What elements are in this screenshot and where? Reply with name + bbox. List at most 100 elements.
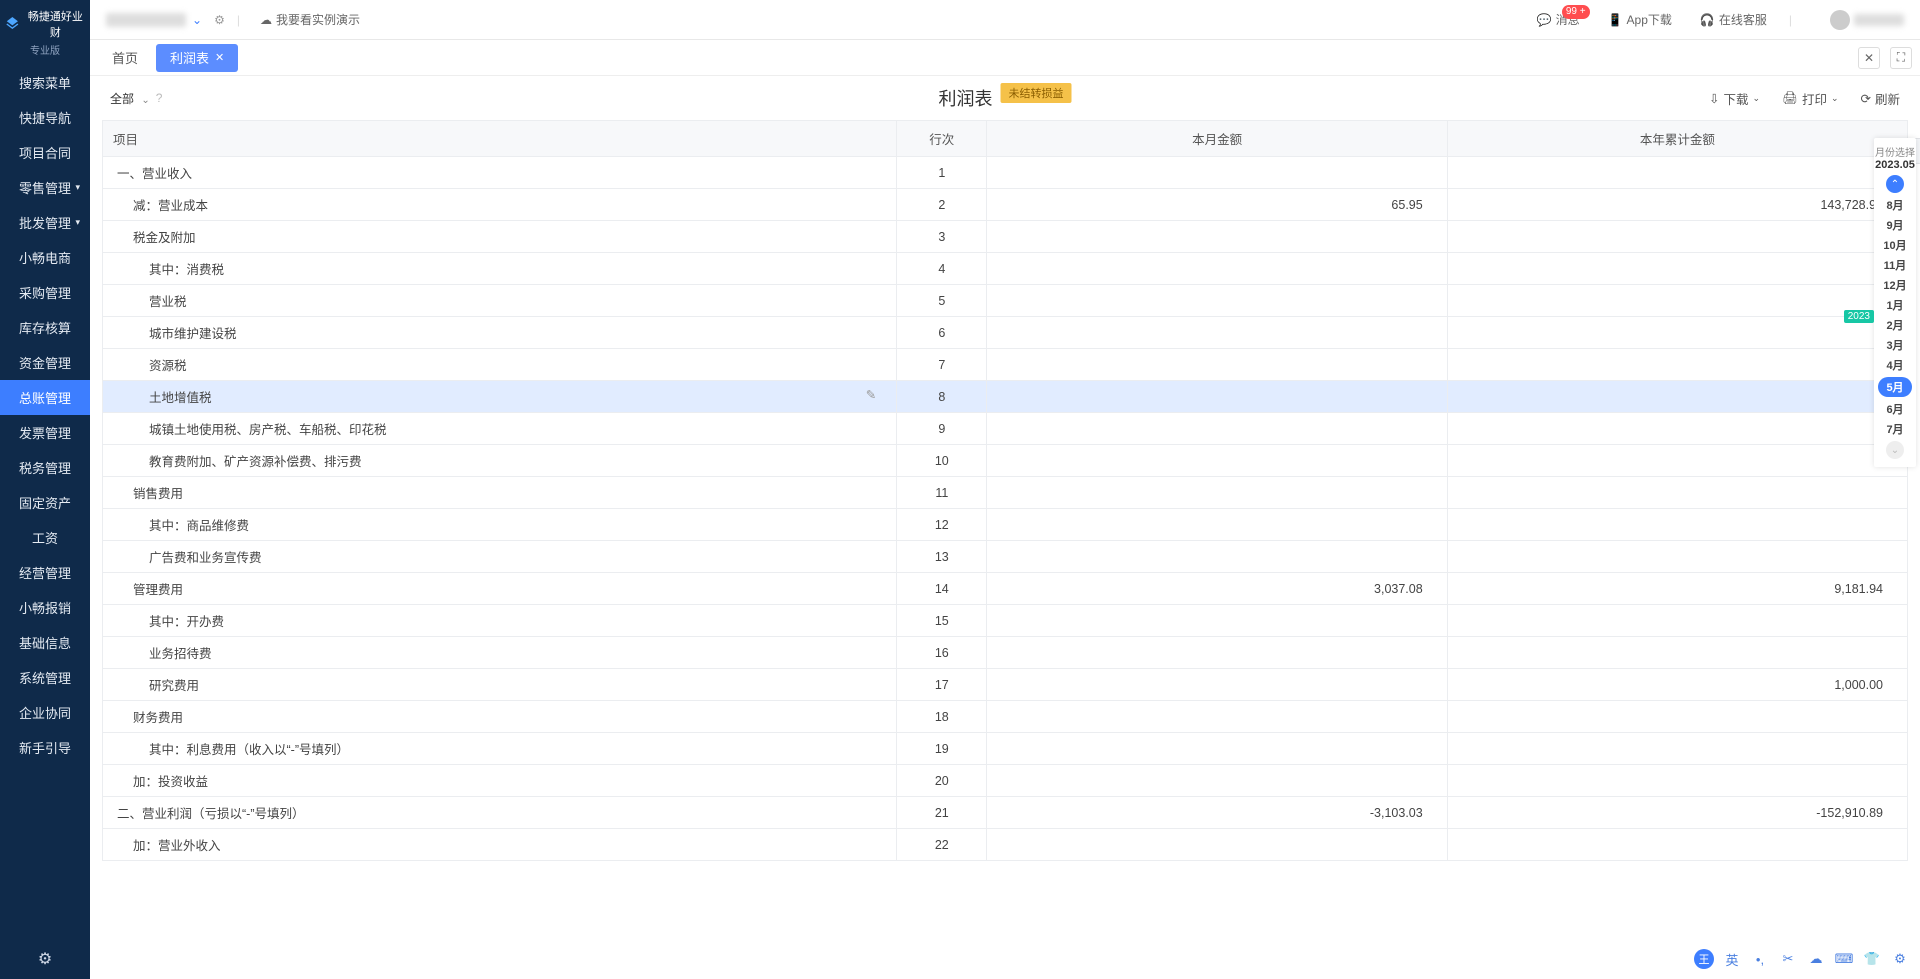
cell-item: 其中：商品维修费 — [103, 509, 897, 541]
ime-keyboard-icon[interactable]: ⌨ — [1834, 949, 1854, 969]
ime-lang[interactable]: 英 — [1722, 949, 1742, 969]
month-option[interactable]: 11月 — [1874, 255, 1916, 275]
cell-year — [1447, 509, 1907, 541]
print-button[interactable]: 🖨 打印 ⌄ — [1782, 89, 1838, 108]
cell-item: 土地增值税✎ — [103, 381, 897, 413]
table-row[interactable]: 城市维护建设税6 — [103, 317, 1908, 349]
cell-year: 1,000.00 — [1447, 669, 1907, 701]
table-row[interactable]: 减：营业成本265.95143,728.95 — [103, 189, 1908, 221]
print-icon: 🖨 — [1782, 91, 1798, 106]
month-option[interactable]: 2月 — [1874, 315, 1916, 335]
org-settings-icon[interactable]: ⚙ — [214, 13, 225, 27]
cell-month — [987, 637, 1447, 669]
cell-row: 17 — [897, 669, 987, 701]
month-scroll-down[interactable]: ⌄ — [1886, 441, 1904, 459]
table-row[interactable]: 税金及附加3 — [103, 221, 1908, 253]
sidebar-item[interactable]: 基础信息 — [0, 625, 90, 660]
ime-cloud-icon[interactable]: ☁ — [1806, 949, 1826, 969]
table-row[interactable]: 其中：利息费用（收入以“-”号填列）19 — [103, 733, 1908, 765]
cell-year — [1447, 221, 1907, 253]
sidebar-item[interactable]: 项目合同 — [0, 135, 90, 170]
cell-item: 广告费和业务宣传费 — [103, 541, 897, 573]
wang-badge[interactable]: 王 — [1694, 949, 1714, 969]
messages-button[interactable]: 💬 消息 99 + — [1537, 11, 1580, 28]
table-row[interactable]: 财务费用18 — [103, 701, 1908, 733]
month-option[interactable]: 1月 — [1874, 295, 1916, 315]
org-selector[interactable]: ⌄ — [106, 13, 202, 27]
month-option[interactable]: 10月 — [1874, 235, 1916, 255]
scope-dropdown[interactable]: 全部 ⌄ — [110, 90, 150, 107]
month-option[interactable]: 8月 — [1874, 195, 1916, 215]
sidebar-item[interactable]: 新手引导 — [0, 730, 90, 765]
ime-skin-icon[interactable]: 👕 — [1862, 949, 1882, 969]
ime-settings-icon[interactable]: ⚙ — [1890, 949, 1910, 969]
sidebar-item[interactable]: 工资 — [0, 520, 90, 555]
table-row[interactable]: 其中：消费税4 — [103, 253, 1908, 285]
user-menu[interactable] — [1830, 10, 1904, 30]
cell-item: 城镇土地使用税、房产税、车船税、印花税 — [103, 413, 897, 445]
sidebar-item[interactable]: 采购管理 — [0, 275, 90, 310]
table-row[interactable]: 销售费用11 — [103, 477, 1908, 509]
sidebar-item[interactable]: 搜索菜单 — [0, 65, 90, 100]
cell-year — [1447, 733, 1907, 765]
close-all-tabs-button[interactable]: ✕ — [1858, 47, 1880, 69]
table-row[interactable]: 营业税5 — [103, 285, 1908, 317]
cell-row: 14 — [897, 573, 987, 605]
demo-link[interactable]: ☁ 我要看实例演示 — [260, 11, 360, 28]
sidebar-item[interactable]: 经营管理 — [0, 555, 90, 590]
refresh-button[interactable]: ⟳ 刷新 — [1861, 89, 1901, 108]
table-row[interactable]: 加：营业外收入22 — [103, 829, 1908, 861]
settings-icon[interactable]: ⚙ — [38, 951, 52, 968]
sidebar-item[interactable]: 系统管理 — [0, 660, 90, 695]
tab-close-icon[interactable]: ✕ — [215, 51, 224, 64]
report-title: 利润表 — [939, 85, 993, 111]
table-row[interactable]: 研究费用171,000.00 — [103, 669, 1908, 701]
sidebar-item[interactable]: 资金管理 — [0, 345, 90, 380]
month-option[interactable]: 5月 — [1878, 377, 1912, 397]
tab[interactable]: 利润表✕ — [156, 44, 238, 72]
tab[interactable]: 首页 — [98, 44, 152, 72]
sidebar-item[interactable]: 企业协同 — [0, 695, 90, 730]
sidebar-item[interactable]: 固定资产 — [0, 485, 90, 520]
month-option[interactable]: 12月 — [1874, 275, 1916, 295]
ime-scissors-icon[interactable]: ✂ — [1778, 949, 1798, 969]
sidebar-item[interactable]: 税务管理 — [0, 450, 90, 485]
table-row[interactable]: 其中：商品维修费12 — [103, 509, 1908, 541]
sidebar-item[interactable]: 发票管理 — [0, 415, 90, 450]
online-service-button[interactable]: 🎧 在线客服 — [1700, 11, 1767, 28]
table-row[interactable]: 教育费附加、矿产资源补偿费、排污费10 — [103, 445, 1908, 477]
table-row[interactable]: 其中：开办费15 — [103, 605, 1908, 637]
month-option[interactable]: 7月 — [1874, 419, 1916, 439]
table-row[interactable]: 广告费和业务宣传费13 — [103, 541, 1908, 573]
year-tag: 2023 — [1844, 310, 1874, 323]
help-icon[interactable]: ? — [156, 91, 163, 105]
table-row[interactable]: 一、营业收入1 — [103, 157, 1908, 189]
app-download-button[interactable]: 📱 App下载 — [1608, 11, 1672, 28]
cell-item: 减：营业成本 — [103, 189, 897, 221]
sidebar-item[interactable]: 库存核算 — [0, 310, 90, 345]
sidebar-item[interactable]: 快捷导航 — [0, 100, 90, 135]
month-option[interactable]: 4月 — [1874, 355, 1916, 375]
download-button[interactable]: ⇩ 下载 ⌄ — [1709, 89, 1760, 108]
cell-year — [1447, 253, 1907, 285]
table-row[interactable]: 城镇土地使用税、房产税、车船税、印花税9 — [103, 413, 1908, 445]
table-row[interactable]: 业务招待费16 — [103, 637, 1908, 669]
sidebar-item[interactable]: 零售管理▾ — [0, 170, 90, 205]
fullscreen-button[interactable]: ⛶ — [1890, 47, 1912, 69]
month-option[interactable]: 9月 — [1874, 215, 1916, 235]
sidebar-item[interactable]: 批发管理▾ — [0, 205, 90, 240]
cell-item: 管理费用 — [103, 573, 897, 605]
table-row[interactable]: 管理费用143,037.089,181.94 — [103, 573, 1908, 605]
table-row[interactable]: 二、营业利润（亏损以“-”号填列）21-3,103.03-152,910.89 — [103, 797, 1908, 829]
month-option[interactable]: 3月 — [1874, 335, 1916, 355]
table-row[interactable]: 加：投资收益20 — [103, 765, 1908, 797]
month-option[interactable]: 6月 — [1874, 399, 1916, 419]
sidebar-item[interactable]: 总账管理 — [0, 380, 90, 415]
sidebar-item[interactable]: 小畅报销 — [0, 590, 90, 625]
table-row[interactable]: 资源税7 — [103, 349, 1908, 381]
edit-icon[interactable]: ✎ — [866, 387, 876, 402]
ime-punct-icon[interactable]: •, — [1750, 949, 1770, 969]
table-row[interactable]: 土地增值税✎8 — [103, 381, 1908, 413]
month-scroll-up[interactable]: ⌃ — [1886, 175, 1904, 193]
sidebar-item[interactable]: 小畅电商 — [0, 240, 90, 275]
